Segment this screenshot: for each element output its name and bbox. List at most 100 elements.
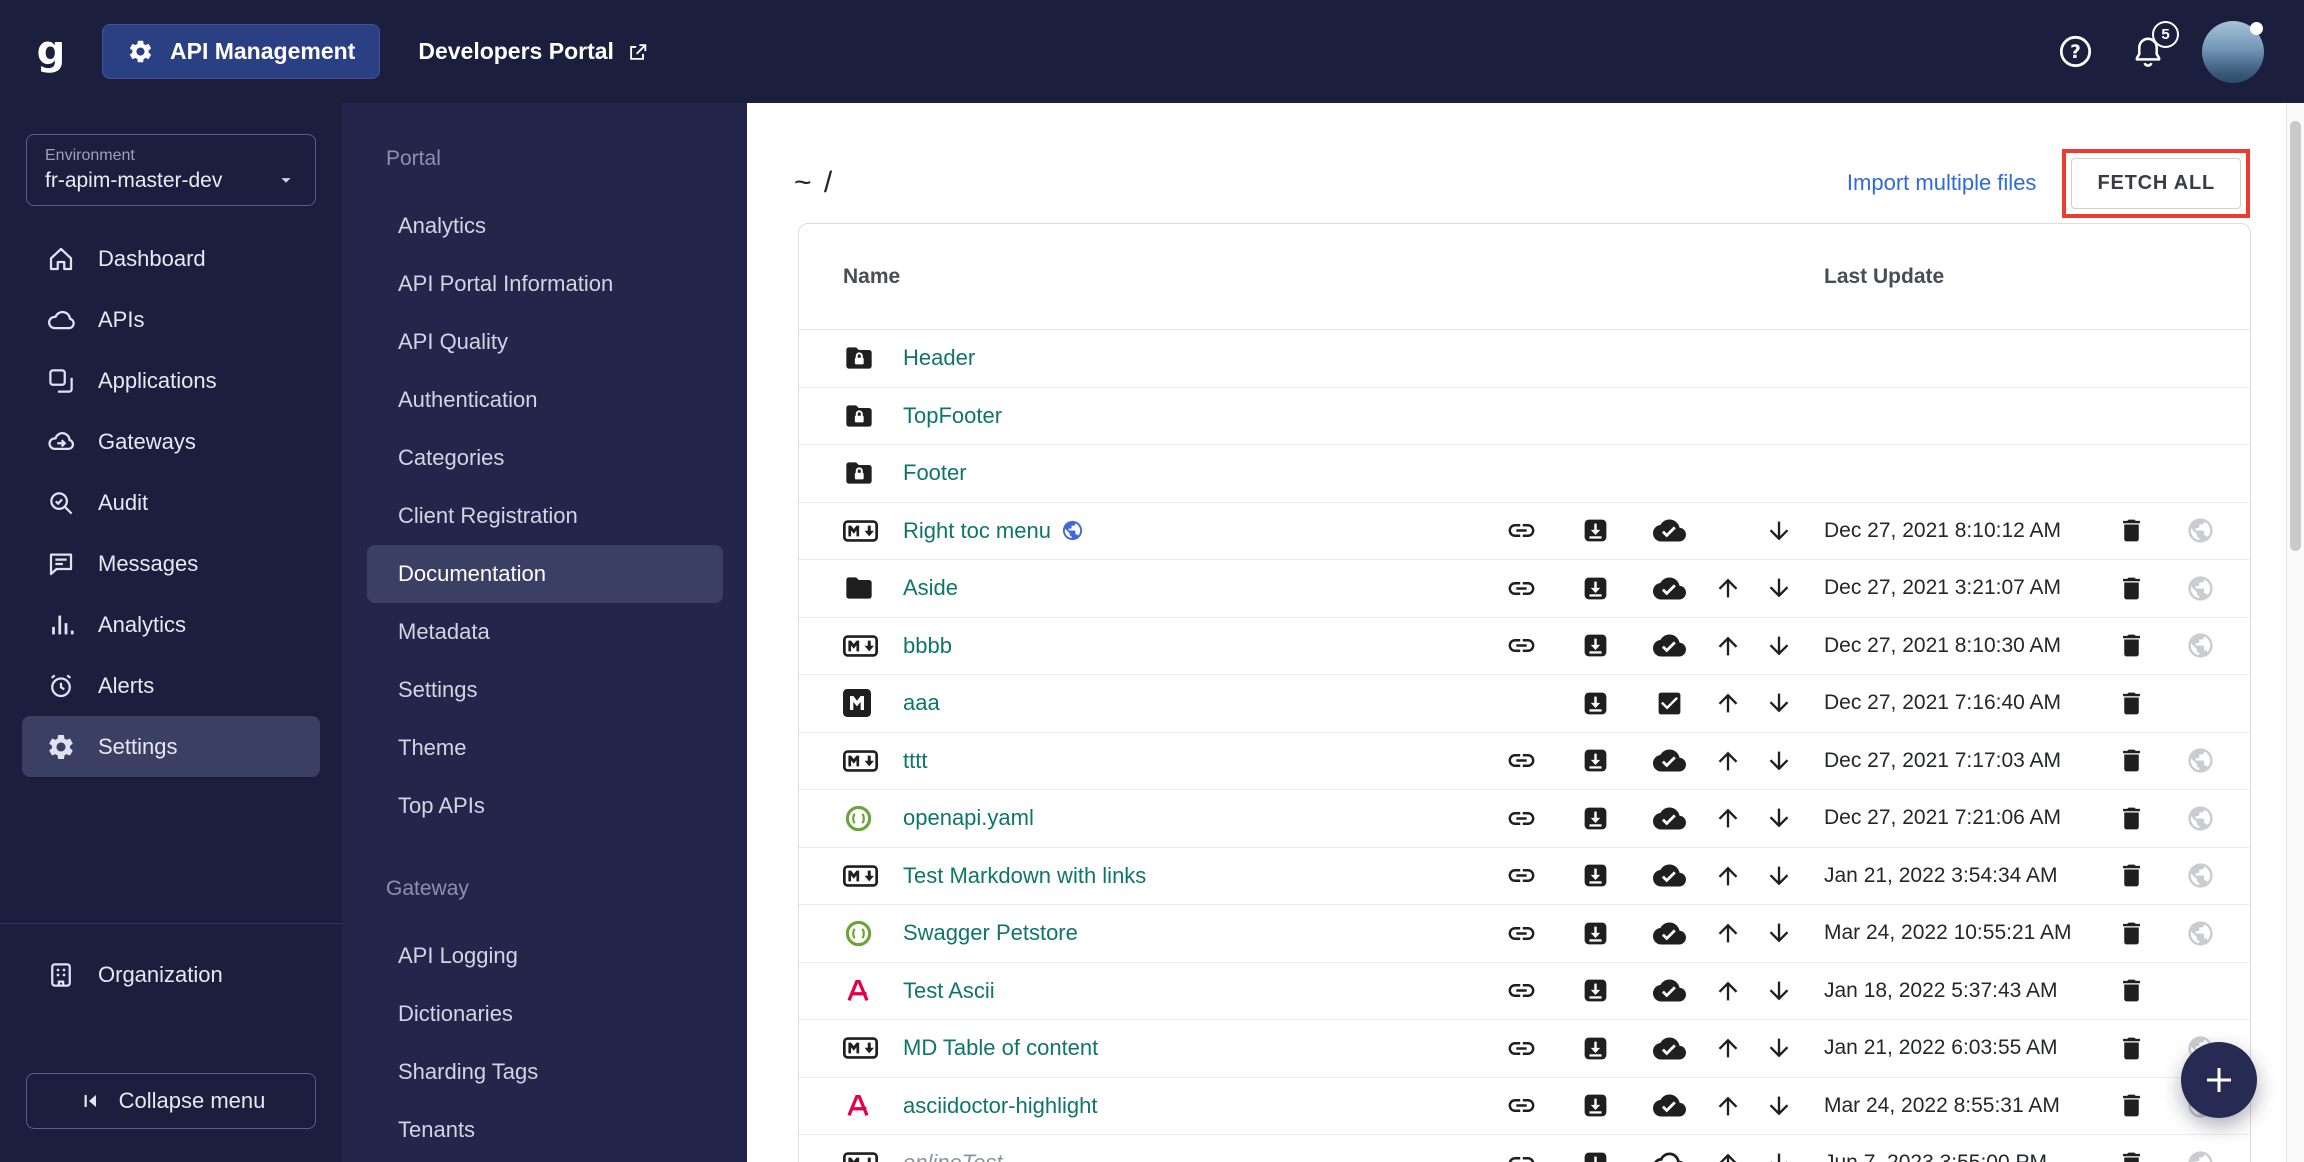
move-up-icon[interactable] [1706,747,1750,775]
export-icon[interactable] [1558,516,1632,545]
subnav-item-api-quality[interactable]: API Quality [367,313,723,371]
move-up-icon[interactable] [1706,862,1750,890]
document-link[interactable]: MD Table of content [903,1035,1098,1061]
avatar[interactable] [2202,21,2264,83]
delete-icon[interactable] [2094,574,2168,603]
publish-globe-icon[interactable] [2168,574,2232,603]
publish-globe-icon[interactable] [2168,804,2232,833]
subnav-item-categories[interactable]: Categories [367,429,723,487]
document-link[interactable]: Aside [903,575,958,601]
subnav-item-authentication[interactable]: Authentication [367,371,723,429]
sidebar-item-dashboard[interactable]: Dashboard [22,228,320,289]
subnav-item-metadata[interactable]: Metadata [367,603,723,661]
subnav-item-documentation[interactable]: Documentation [367,545,723,603]
export-icon[interactable] [1558,746,1632,775]
gravitee-logo[interactable]: g [0,28,102,76]
copy-link-icon[interactable] [1484,803,1558,834]
document-link[interactable]: Swagger Petstore [903,920,1078,946]
subnav-item-api-logging[interactable]: API Logging [367,927,723,985]
publish-globe-icon[interactable] [2168,516,2232,545]
move-down-icon[interactable] [1750,689,1808,717]
document-link[interactable]: TopFooter [903,403,1002,429]
export-icon[interactable] [1558,1034,1632,1063]
document-link[interactable]: Test Markdown with links [903,863,1146,889]
collapse-menu-button[interactable]: Collapse menu [26,1073,316,1129]
move-down-icon[interactable] [1750,1149,1808,1162]
move-up-icon[interactable] [1706,689,1750,717]
move-up-icon[interactable] [1706,632,1750,660]
copy-link-icon[interactable] [1484,745,1558,776]
sidebar-item-analytics[interactable]: Analytics [22,594,320,655]
export-icon[interactable] [1558,631,1632,660]
delete-icon[interactable] [2094,861,2168,890]
document-link[interactable]: Header [903,345,975,371]
document-link[interactable]: Test Ascii [903,978,995,1004]
api-management-chip[interactable]: API Management [102,24,380,79]
move-up-icon[interactable] [1706,1034,1750,1062]
sidebar-item-organization[interactable]: Organization [22,944,320,1005]
copy-link-icon[interactable] [1484,630,1558,661]
fetch-all-button[interactable]: FETCH ALL [2071,158,2241,209]
move-down-icon[interactable] [1750,632,1808,660]
sync-status-icon[interactable] [1632,689,1706,718]
export-icon[interactable] [1558,804,1632,833]
document-link[interactable]: aaa [903,690,940,716]
copy-link-icon[interactable] [1484,860,1558,891]
move-down-icon[interactable] [1750,977,1808,1005]
subnav-item-client-registration[interactable]: Client Registration [367,487,723,545]
export-icon[interactable] [1558,1149,1632,1162]
subnav-item-sharding-tags[interactable]: Sharding Tags [367,1043,723,1101]
delete-icon[interactable] [2094,919,2168,948]
document-link[interactable]: asciidoctor-highlight [903,1093,1097,1119]
sidebar-item-messages[interactable]: Messages [22,533,320,594]
sidebar-item-applications[interactable]: Applications [22,350,320,411]
move-down-icon[interactable] [1750,919,1808,947]
developers-portal-link[interactable]: Developers Portal [418,38,649,65]
move-up-icon[interactable] [1706,1149,1750,1162]
subnav-item-tenants[interactable]: Tenants [367,1101,723,1159]
sync-status-icon[interactable] [1632,629,1706,662]
sidebar-item-gateways[interactable]: Gateways [22,411,320,472]
move-down-icon[interactable] [1750,804,1808,832]
export-icon[interactable] [1558,574,1632,603]
sync-status-icon[interactable] [1632,744,1706,777]
delete-icon[interactable] [2094,976,2168,1005]
subnav-item-dictionaries[interactable]: Dictionaries [367,985,723,1043]
delete-icon[interactable] [2094,631,2168,660]
move-down-icon[interactable] [1750,747,1808,775]
sync-status-icon[interactable] [1632,917,1706,950]
subnav-item-analytics[interactable]: Analytics [367,197,723,255]
sync-status-icon[interactable] [1632,802,1706,835]
sync-status-icon[interactable] [1632,859,1706,892]
document-link[interactable]: Right toc menu [903,518,1051,544]
sync-status-icon[interactable] [1632,1089,1706,1122]
subnav-item-theme[interactable]: Theme [367,719,723,777]
export-icon[interactable] [1558,689,1632,718]
sidebar-item-alerts[interactable]: Alerts [22,655,320,716]
move-down-icon[interactable] [1750,1092,1808,1120]
document-link[interactable]: openapi.yaml [903,805,1034,831]
move-down-icon[interactable] [1750,574,1808,602]
sync-status-icon[interactable] [1632,1032,1706,1065]
help-icon[interactable]: ? [2057,33,2094,70]
delete-icon[interactable] [2094,1034,2168,1063]
move-up-icon[interactable] [1706,804,1750,832]
document-link[interactable]: tttt [903,748,927,774]
copy-link-icon[interactable] [1484,1148,1558,1162]
delete-icon[interactable] [2094,1091,2168,1120]
copy-link-icon[interactable] [1484,515,1558,546]
copy-link-icon[interactable] [1484,573,1558,604]
sync-status-icon[interactable] [1632,974,1706,1007]
publish-globe-icon[interactable] [2168,631,2232,660]
export-icon[interactable] [1558,1091,1632,1120]
sidebar-item-settings[interactable]: Settings [22,716,320,777]
environment-selector[interactable]: Environment fr-apim-master-dev [26,134,316,206]
sync-status-icon[interactable] [1632,572,1706,605]
copy-link-icon[interactable] [1484,918,1558,949]
subnav-item-settings[interactable]: Settings [367,661,723,719]
move-up-icon[interactable] [1706,574,1750,602]
sync-status-icon[interactable] [1632,514,1706,547]
add-page-button[interactable] [2181,1042,2257,1118]
delete-icon[interactable] [2094,1149,2168,1162]
scrollbar-thumb[interactable] [2290,121,2301,551]
